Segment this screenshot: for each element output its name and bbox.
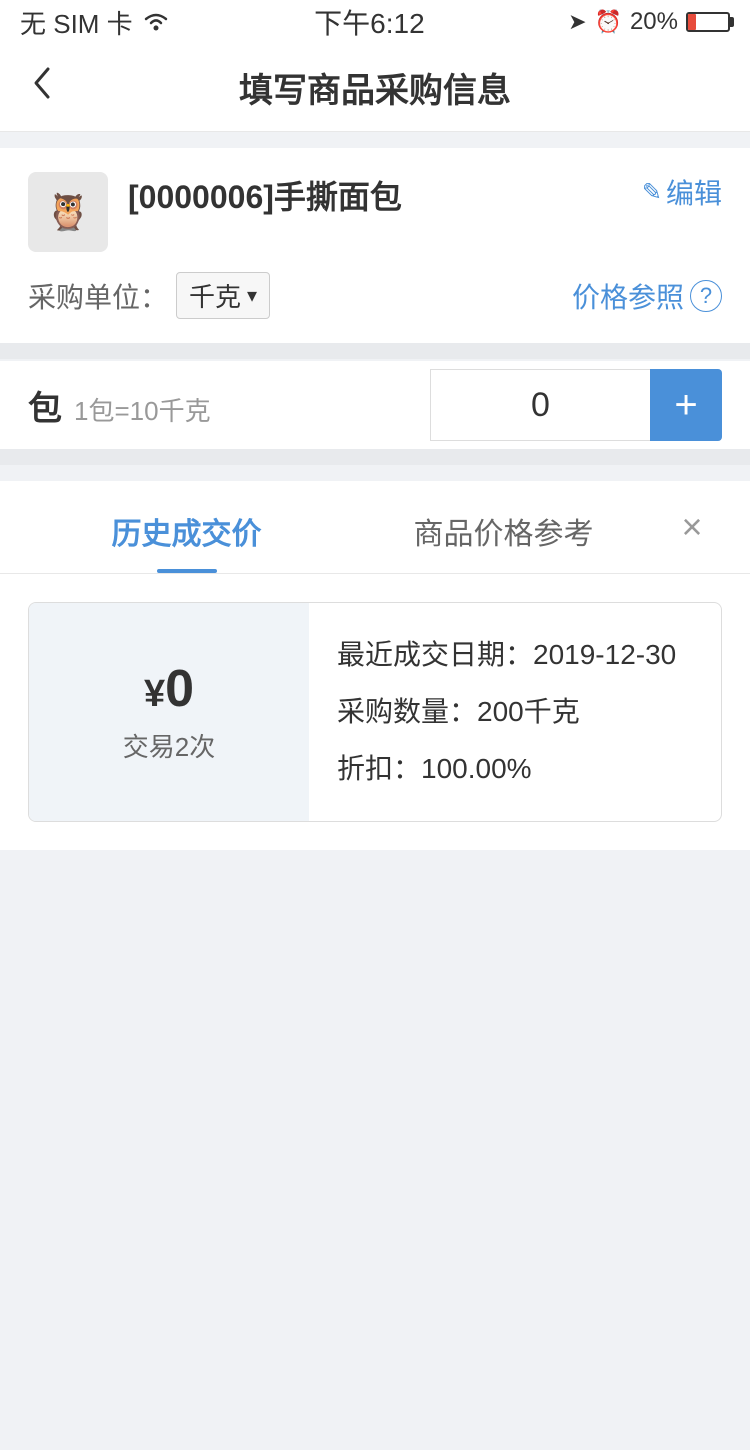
purchase-qty-item: 采购数量：200千克 <box>337 692 693 731</box>
price-ref-button[interactable]: 价格参照 ? <box>572 276 722 316</box>
back-button[interactable] <box>28 61 56 114</box>
product-card: 🦉 [0000006]手撕面包 ✎ 编辑 采购单位： 千克 ▾ 价格参照 ? <box>0 148 750 343</box>
history-count: 交易2次 <box>123 727 215 764</box>
product-thumbnail: 🦉 <box>28 172 108 252</box>
product-unit-row: 采购单位： 千克 ▾ 价格参照 ? <box>28 272 722 319</box>
battery-percent: 20% <box>630 8 678 36</box>
recent-date-item: 最近成交日期：2019-12-30 <box>337 635 693 674</box>
page-bottom <box>0 850 750 1450</box>
separator <box>0 343 750 359</box>
discount-item: 折扣：100.00% <box>337 749 693 788</box>
unit-selector-group: 采购单位： 千克 ▾ <box>28 272 270 319</box>
edit-icon: ✎ <box>642 178 662 207</box>
product-info: [0000006]手撕面包 <box>128 172 402 224</box>
history-card-left: ¥0 交易2次 <box>29 603 309 821</box>
unit-dropdown[interactable]: 千克 ▾ <box>176 272 270 319</box>
quantity-controls: 0 + <box>430 369 722 441</box>
location-icon: ➤ <box>568 9 586 35</box>
page-title: 填写商品采购信息 <box>239 63 511 112</box>
tab-price-reference[interactable]: 商品价格参考 <box>345 481 662 573</box>
separator2 <box>0 449 750 465</box>
history-price: ¥0 <box>144 659 194 719</box>
unit-label: 采购单位： <box>28 276 168 316</box>
history-content: ¥0 交易2次 最近成交日期：2019-12-30 采购数量：200千克 折扣：… <box>0 574 750 850</box>
quantity-plus-button[interactable]: + <box>650 369 722 441</box>
status-left: 无 SIM 卡 <box>20 4 171 41</box>
status-right: ➤ ⏰ 20% <box>568 8 730 36</box>
carrier-label: 无 SIM 卡 <box>20 4 133 41</box>
product-name: [0000006]手撕面包 <box>128 172 402 218</box>
chevron-down-icon: ▾ <box>247 283 257 308</box>
quantity-left: 包 1包=10千克 <box>28 381 211 430</box>
quantity-input[interactable]: 0 <box>430 369 650 441</box>
help-icon: ? <box>690 280 722 312</box>
edit-button[interactable]: ✎ 编辑 <box>642 172 722 212</box>
wifi-icon <box>141 7 171 38</box>
history-card: ¥0 交易2次 最近成交日期：2019-12-30 采购数量：200千克 折扣：… <box>28 602 722 822</box>
product-icon: 🦉 <box>46 191 91 233</box>
product-left: 🦉 [0000006]手撕面包 <box>28 172 402 252</box>
product-header: 🦉 [0000006]手撕面包 ✎ 编辑 <box>28 172 722 252</box>
tab-history-price[interactable]: 历史成交价 <box>28 481 345 573</box>
quantity-row: 包 1包=10千克 0 + <box>0 361 750 449</box>
tabs-container: 历史成交价 商品价格参考 × <box>0 481 750 574</box>
qty-conversion: 1包=10千克 <box>74 391 211 428</box>
alarm-icon: ⏰ <box>595 9 622 35</box>
nav-header: 填写商品采购信息 <box>0 44 750 132</box>
battery-icon <box>686 12 730 32</box>
tab-close-button[interactable]: × <box>662 497 722 557</box>
history-card-right: 最近成交日期：2019-12-30 采购数量：200千克 折扣：100.00% <box>309 603 721 821</box>
time-label: 下午6:12 <box>314 2 425 42</box>
status-bar: 无 SIM 卡 下午6:12 ➤ ⏰ 20% <box>0 0 750 44</box>
qty-unit: 包 <box>28 381 62 430</box>
tab-underline <box>157 569 217 573</box>
